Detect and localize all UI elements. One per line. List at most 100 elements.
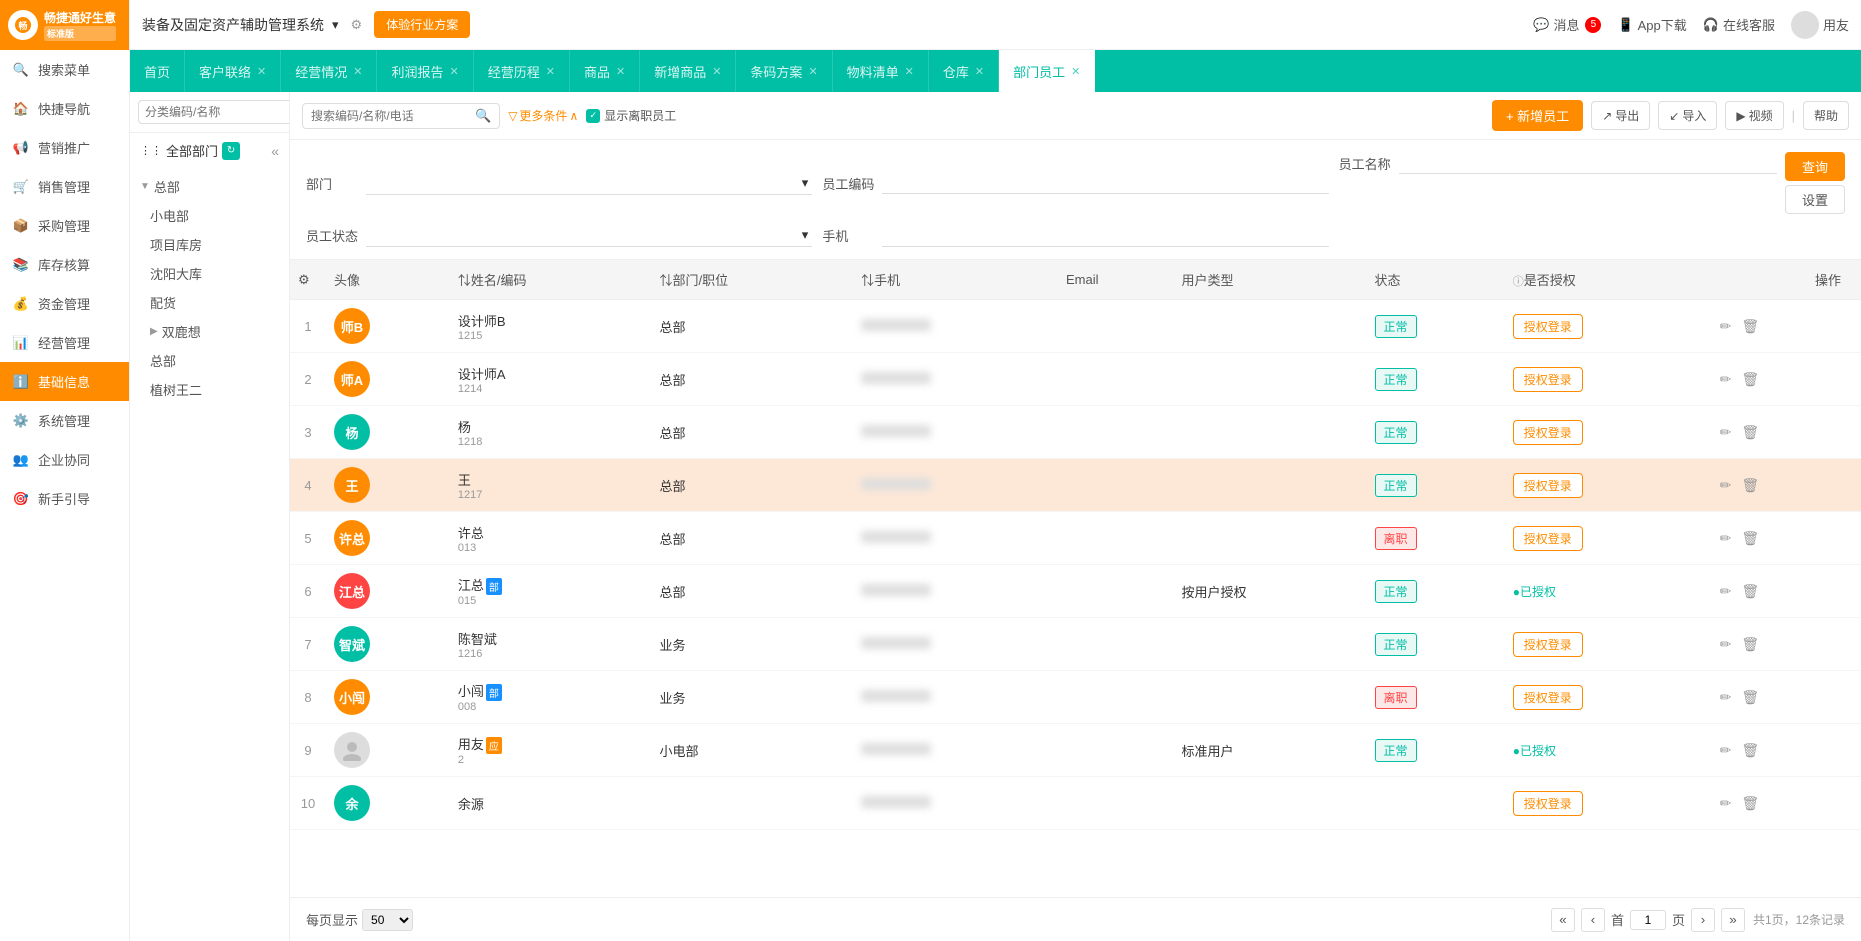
col-phone[interactable]: ⇅手机	[853, 260, 1058, 300]
delete-button[interactable]: 🗑	[1739, 687, 1761, 708]
sidebar-item-marketing[interactable]: 📢 营销推广	[0, 128, 129, 167]
close-icon[interactable]: ✕	[257, 65, 266, 78]
delete-button[interactable]: 🗑	[1739, 581, 1761, 602]
close-icon[interactable]: ✕	[1071, 65, 1080, 78]
tab-warehouse[interactable]: 仓库✕	[929, 50, 999, 92]
authorize-button[interactable]: 授权登录	[1513, 314, 1583, 339]
dept-node-general[interactable]: ▼ 总部	[130, 172, 289, 201]
dept-search-input[interactable]	[138, 100, 290, 124]
close-icon[interactable]: ✕	[616, 65, 625, 78]
close-icon[interactable]: ✕	[712, 65, 721, 78]
close-icon[interactable]: ✕	[353, 65, 362, 78]
col-name[interactable]: ⇅姓名/编码	[450, 260, 652, 300]
dept-node-small-electric[interactable]: 小电部	[130, 201, 289, 230]
edit-button[interactable]: ✏	[1718, 581, 1734, 602]
sidebar-item-search[interactable]: 🔍 搜索菜单	[0, 50, 129, 89]
delete-button[interactable]: 🗑	[1739, 793, 1761, 814]
add-employee-button[interactable]: + 新增员工	[1492, 100, 1583, 131]
col-settings[interactable]: ⚙	[290, 260, 326, 300]
system-dropdown[interactable]: ▾	[332, 17, 339, 33]
authorize-button[interactable]: 授权登录	[1513, 632, 1583, 657]
edit-button[interactable]: ✏	[1718, 634, 1734, 655]
edit-button[interactable]: ✏	[1718, 687, 1734, 708]
last-page-button[interactable]: »	[1721, 908, 1745, 932]
edit-button[interactable]: ✏	[1718, 793, 1734, 814]
dept-node-project-warehouse[interactable]: 项目库房	[130, 230, 289, 259]
dept-refresh-icon[interactable]: ↻	[222, 142, 240, 160]
tab-goods[interactable]: 商品✕	[570, 50, 640, 92]
page-number-input[interactable]	[1630, 910, 1666, 930]
sidebar-item-inventory[interactable]: 📚 库存核算	[0, 245, 129, 284]
tab-profit[interactable]: 利润报告✕	[377, 50, 473, 92]
close-icon[interactable]: ✕	[975, 65, 984, 78]
dept-node-plant-tree[interactable]: 植树王二	[130, 375, 289, 404]
app-download-button[interactable]: 📱 App下载	[1617, 15, 1686, 34]
delete-button[interactable]: 🗑	[1739, 316, 1761, 337]
help-button[interactable]: 帮助	[1803, 101, 1849, 130]
settings-icon[interactable]: ⚙	[298, 272, 310, 287]
sidebar-item-operations[interactable]: 📊 经营管理	[0, 323, 129, 362]
authorize-button[interactable]: 授权登录	[1513, 791, 1583, 816]
user-menu[interactable]: 用友	[1791, 11, 1849, 39]
export-button[interactable]: ↗ 导出	[1591, 101, 1650, 130]
tab-dept-employee[interactable]: 部门员工✕	[999, 50, 1095, 92]
more-filter-button[interactable]: ▽ 更多条件 ∧	[508, 107, 578, 124]
prev-page-button[interactable]: ‹	[1581, 908, 1605, 932]
close-icon[interactable]: ✕	[450, 65, 459, 78]
edit-button[interactable]: ✏	[1718, 316, 1734, 337]
sidebar-item-basic-info[interactable]: ℹ️ 基础信息	[0, 362, 129, 401]
tab-history[interactable]: 经营历程✕	[474, 50, 570, 92]
set-button[interactable]: 设置	[1785, 185, 1845, 214]
message-button[interactable]: 💬 消息 5	[1533, 15, 1601, 34]
tab-customer[interactable]: 客户联络✕	[185, 50, 281, 92]
emp-name-input[interactable]	[1399, 152, 1777, 174]
tab-home[interactable]: 首页	[130, 50, 185, 92]
search-button[interactable]: 查询	[1785, 152, 1845, 181]
edit-button[interactable]: ✏	[1718, 740, 1734, 761]
authorize-button[interactable]: 授权登录	[1513, 367, 1583, 392]
tab-barcode[interactable]: 条码方案✕	[736, 50, 832, 92]
status-select[interactable]: ▾	[366, 224, 812, 247]
online-service-button[interactable]: 🎧 在线客服	[1703, 15, 1775, 34]
first-page-button[interactable]: «	[1551, 908, 1575, 932]
delete-button[interactable]: 🗑	[1739, 528, 1761, 549]
close-icon[interactable]: ✕	[546, 65, 555, 78]
sidebar-item-guide[interactable]: 🎯 新手引导	[0, 479, 129, 518]
authorize-button[interactable]: 授权登录	[1513, 685, 1583, 710]
edit-button[interactable]: ✏	[1718, 528, 1734, 549]
dept-node-shenyang[interactable]: 沈阳大库	[130, 259, 289, 288]
topbar-gear-icon[interactable]: ⚙	[351, 17, 363, 33]
dept-select[interactable]: ▾	[366, 172, 812, 195]
import-button[interactable]: ↙ 导入	[1658, 101, 1717, 130]
dept-node-headquarters[interactable]: 总部	[130, 346, 289, 375]
authorize-button[interactable]: 授权登录	[1513, 526, 1583, 551]
sidebar-item-finance[interactable]: 💰 资金管理	[0, 284, 129, 323]
authorize-button[interactable]: 授权登录	[1513, 473, 1583, 498]
employee-search-input[interactable]	[311, 109, 471, 123]
show-resigned-toggle[interactable]: ✓ 显示离职员工	[586, 107, 676, 124]
delete-button[interactable]: 🗑	[1739, 369, 1761, 390]
close-icon[interactable]: ✕	[905, 65, 914, 78]
edit-button[interactable]: ✏	[1718, 369, 1734, 390]
dept-node-distribution[interactable]: 配货	[130, 288, 289, 317]
next-page-button[interactable]: ›	[1691, 908, 1715, 932]
trial-button[interactable]: 体验行业方案	[374, 11, 470, 38]
dept-node-shuanglu[interactable]: ▶ 双鹿想	[130, 317, 289, 346]
tab-bom[interactable]: 物料清单✕	[833, 50, 929, 92]
phone-input[interactable]	[882, 225, 1328, 247]
sidebar-item-collaboration[interactable]: 👥 企业协同	[0, 440, 129, 479]
tab-add-goods[interactable]: 新增商品✕	[640, 50, 736, 92]
sidebar-item-sales[interactable]: 🛒 销售管理	[0, 167, 129, 206]
close-icon[interactable]: ✕	[808, 65, 817, 78]
delete-button[interactable]: 🗑	[1739, 475, 1761, 496]
sidebar-item-quicknav[interactable]: 🏠 快捷导航	[0, 89, 129, 128]
tab-operations[interactable]: 经营情况✕	[281, 50, 377, 92]
delete-button[interactable]: 🗑	[1739, 740, 1761, 761]
delete-button[interactable]: 🗑	[1739, 634, 1761, 655]
col-dept[interactable]: ⇅部门/职位	[651, 260, 853, 300]
emp-code-input[interactable]	[882, 172, 1328, 194]
sidebar-item-purchase[interactable]: 📦 采购管理	[0, 206, 129, 245]
edit-button[interactable]: ✏	[1718, 422, 1734, 443]
video-button[interactable]: ▶ 视频	[1725, 101, 1783, 130]
delete-button[interactable]: 🗑	[1739, 422, 1761, 443]
